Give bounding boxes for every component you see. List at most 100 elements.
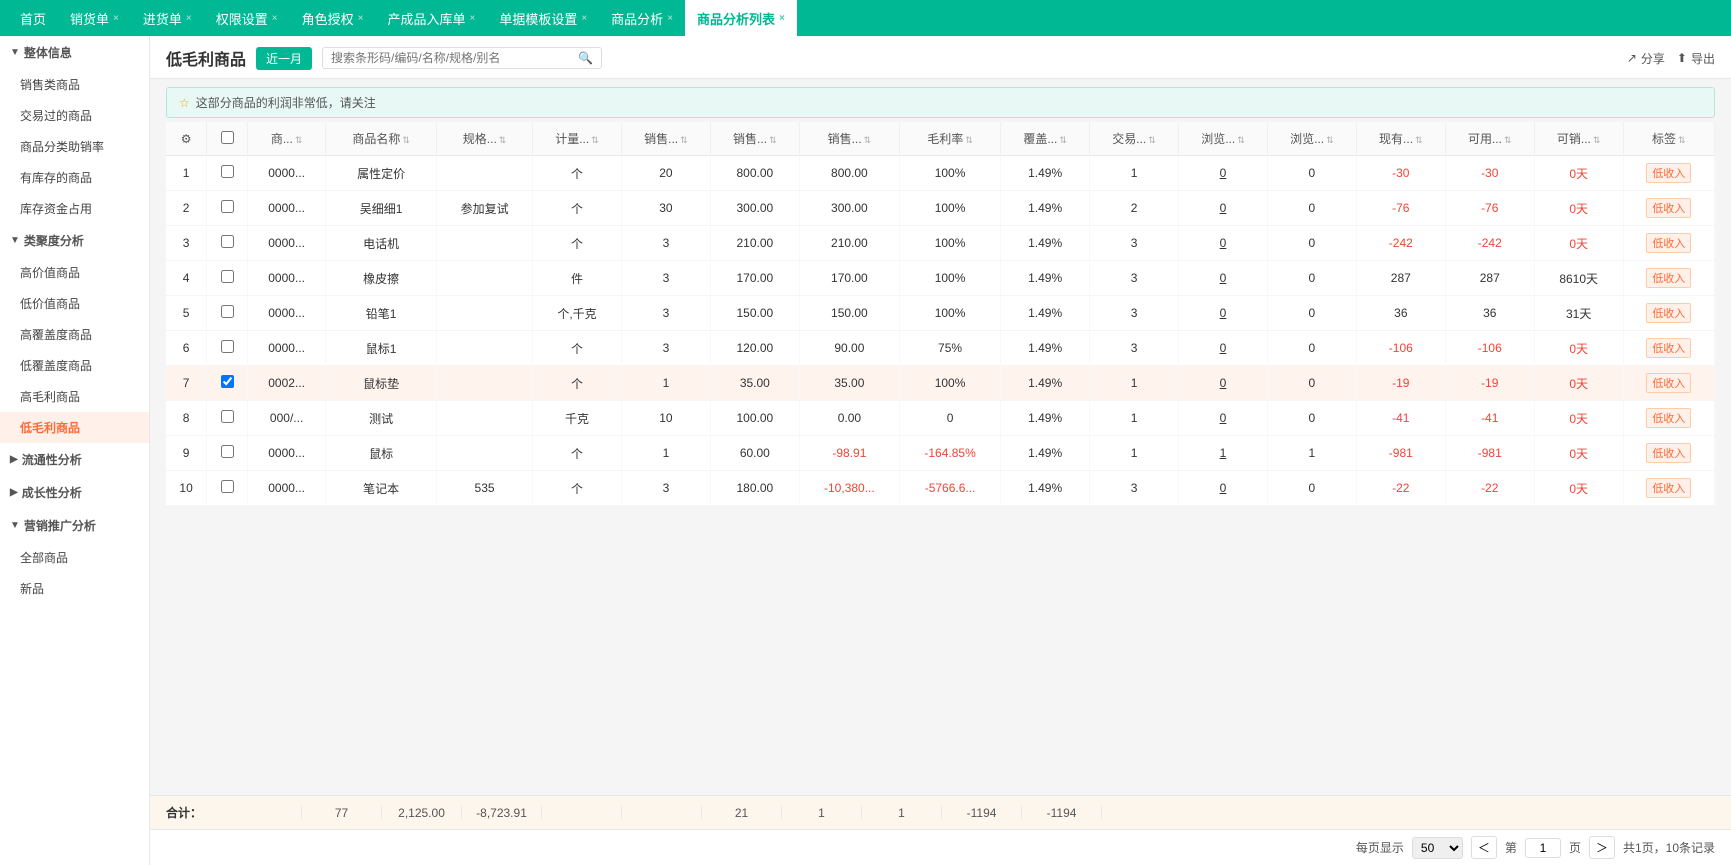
row-checkbox[interactable] <box>221 410 234 423</box>
nav-goods-analysis-list-close[interactable]: × <box>779 13 785 24</box>
cell-checkbox[interactable] <box>207 191 248 226</box>
sidebar-item-category-rate[interactable]: 商品分类助销率 <box>0 131 149 162</box>
col-sales-profit[interactable]: 销售...⇅ <box>799 122 899 156</box>
nav-template-close[interactable]: × <box>581 13 587 24</box>
sidebar-item-all-goods[interactable]: 全部商品 <box>0 542 149 573</box>
nav-role[interactable]: 角色授权 × <box>290 0 376 36</box>
nav-purchase[interactable]: 进货单 × <box>131 0 204 36</box>
cell-browse1[interactable]: 0 <box>1179 156 1268 191</box>
nav-role-close[interactable]: × <box>358 13 364 24</box>
row-checkbox[interactable] <box>221 165 234 178</box>
page-input[interactable] <box>1525 838 1561 858</box>
page-size-select[interactable]: 50 100 200 <box>1412 837 1463 859</box>
col-tag[interactable]: 标签⇅ <box>1623 122 1714 156</box>
export-button[interactable]: ⬆ 导出 <box>1677 50 1715 67</box>
row-checkbox[interactable] <box>221 445 234 458</box>
cell-browse1[interactable]: 0 <box>1179 401 1268 436</box>
sidebar-item-high-margin[interactable]: 高毛利商品 <box>0 381 149 412</box>
nav-product-in-close[interactable]: × <box>469 13 475 24</box>
sidebar-group-cluster[interactable]: ▼ 类聚度分析 <box>0 224 149 257</box>
table-row: 9 0000... 鼠标 个 1 60.00 -98.91 -164.85% 1… <box>166 436 1715 471</box>
row-checkbox[interactable] <box>221 480 234 493</box>
search-icon[interactable]: 🔍 <box>578 51 593 65</box>
sidebar-group-overall[interactable]: ▼ 整体信息 <box>0 36 149 69</box>
cell-checkbox[interactable] <box>207 296 248 331</box>
col-sellable-days[interactable]: 可销...⇅ <box>1534 122 1623 156</box>
col-available[interactable]: 可用...⇅ <box>1445 122 1534 156</box>
cell-checkbox[interactable] <box>207 366 248 401</box>
col-current-stock[interactable]: 现有...⇅ <box>1356 122 1445 156</box>
cell-checkbox[interactable] <box>207 331 248 366</box>
cell-browse1[interactable]: 0 <box>1179 331 1268 366</box>
nav-sales[interactable]: 销货单 × <box>58 0 131 36</box>
col-sales-qty[interactable]: 销售...⇅ <box>621 122 710 156</box>
cell-checkbox[interactable] <box>207 261 248 296</box>
sidebar-item-low-value[interactable]: 低价值商品 <box>0 288 149 319</box>
cell-browse1[interactable]: 1 <box>1179 436 1268 471</box>
cell-browse1[interactable]: 0 <box>1179 366 1268 401</box>
nav-goods-analysis-list[interactable]: 商品分析列表 × <box>685 0 797 36</box>
nav-goods-analysis-close[interactable]: × <box>667 13 673 24</box>
nav-goods-analysis[interactable]: 商品分析 × <box>599 0 685 36</box>
prev-page-button[interactable]: ＜ <box>1471 836 1497 859</box>
sidebar-group-marketing[interactable]: ▼ 营销推广分析 <box>0 509 149 542</box>
sidebar-group-growth[interactable]: ▶ 成长性分析 <box>0 476 149 509</box>
sidebar-item-low-margin[interactable]: 低毛利商品 <box>0 412 149 443</box>
sidebar-item-in-stock[interactable]: 有库存的商品 <box>0 162 149 193</box>
cell-checkbox[interactable] <box>207 401 248 436</box>
nav-permission[interactable]: 权限设置 × <box>204 0 290 36</box>
col-unit[interactable]: 计量...⇅ <box>533 122 622 156</box>
cell-sales-amount: 170.00 <box>710 261 799 296</box>
cell-checkbox[interactable] <box>207 436 248 471</box>
row-checkbox[interactable] <box>221 235 234 248</box>
nav-purchase-close[interactable]: × <box>186 13 192 24</box>
nav-permission-close[interactable]: × <box>272 13 278 24</box>
sidebar-item-high-coverage[interactable]: 高覆盖度商品 <box>0 319 149 350</box>
sidebar-item-traded-goods[interactable]: 交易过的商品 <box>0 100 149 131</box>
sidebar-item-stock-capital[interactable]: 库存资金占用 <box>0 193 149 224</box>
col-name[interactable]: 商品名称⇅ <box>326 122 437 156</box>
search-input[interactable] <box>331 51 574 65</box>
cell-checkbox[interactable] <box>207 226 248 261</box>
col-trade-count[interactable]: 交易...⇅ <box>1090 122 1179 156</box>
summary-sales-profit: -8,723.91 <box>462 806 542 820</box>
nav-home[interactable]: 首页 <box>8 0 58 36</box>
col-spec[interactable]: 规格...⇅ <box>437 122 533 156</box>
cell-name: 笔记本 <box>326 471 437 506</box>
row-checkbox[interactable] <box>221 270 234 283</box>
select-all-checkbox[interactable] <box>221 131 234 144</box>
sidebar-item-new-goods[interactable]: 新品 <box>0 573 149 604</box>
col-gross-rate[interactable]: 毛利率⇅ <box>899 122 1000 156</box>
nav-product-in[interactable]: 产成品入库单 × <box>375 0 487 36</box>
cell-checkbox[interactable] <box>207 156 248 191</box>
period-button[interactable]: 近一月 <box>256 47 312 70</box>
sidebar-item-high-value[interactable]: 高价值商品 <box>0 257 149 288</box>
sidebar-group-circulation[interactable]: ▶ 流通性分析 <box>0 443 149 476</box>
col-browse2[interactable]: 浏览...⇅ <box>1267 122 1356 156</box>
cell-browse1[interactable]: 0 <box>1179 296 1268 331</box>
cell-browse1[interactable]: 0 <box>1179 226 1268 261</box>
col-coverage[interactable]: 覆盖...⇅ <box>1001 122 1090 156</box>
sidebar-item-sales-goods[interactable]: 销售类商品 <box>0 69 149 100</box>
summary-browse2: 1 <box>862 806 942 820</box>
col-code[interactable]: 商...⇅ <box>248 122 326 156</box>
row-checkbox[interactable] <box>221 200 234 213</box>
row-checkbox[interactable] <box>221 305 234 318</box>
cell-gross-rate: -164.85% <box>899 436 1000 471</box>
col-checkbox[interactable] <box>207 122 248 156</box>
col-sales-amount[interactable]: 销售...⇅ <box>710 122 799 156</box>
col-browse1[interactable]: 浏览...⇅ <box>1179 122 1268 156</box>
row-checkbox[interactable] <box>221 375 234 388</box>
cell-browse1[interactable]: 0 <box>1179 191 1268 226</box>
next-page-button[interactable]: ＞ <box>1589 836 1615 859</box>
cell-browse1[interactable]: 0 <box>1179 261 1268 296</box>
cell-browse1[interactable]: 0 <box>1179 471 1268 506</box>
col-settings[interactable]: ⚙ <box>166 122 207 156</box>
table-wrapper[interactable]: ⚙ 商...⇅ 商品名称⇅ 规格...⇅ 计量...⇅ 销售...⇅ 销售...… <box>166 122 1715 795</box>
nav-template[interactable]: 单据模板设置 × <box>487 0 599 36</box>
nav-sales-close[interactable]: × <box>113 13 119 24</box>
row-checkbox[interactable] <box>221 340 234 353</box>
sidebar-item-low-coverage[interactable]: 低覆盖度商品 <box>0 350 149 381</box>
cell-checkbox[interactable] <box>207 471 248 506</box>
share-button[interactable]: ↗ 分享 <box>1627 50 1665 67</box>
